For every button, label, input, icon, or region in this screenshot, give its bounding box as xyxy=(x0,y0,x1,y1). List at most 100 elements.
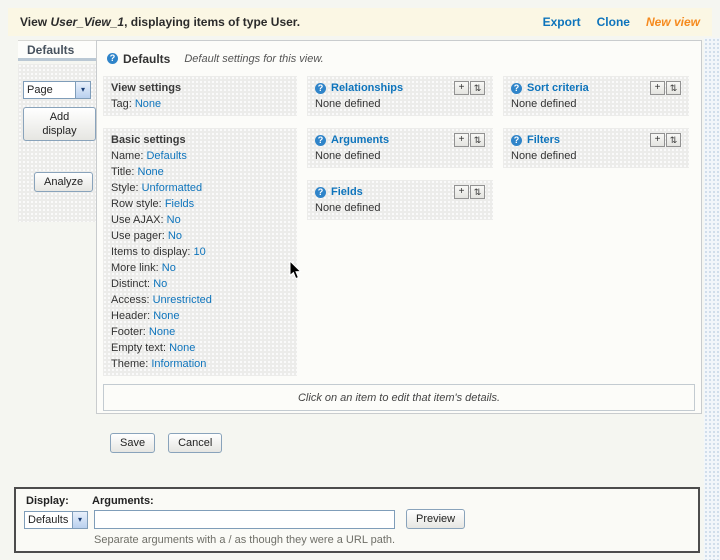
setting-value-link[interactable]: No xyxy=(167,214,181,226)
add-item-icon[interactable]: + xyxy=(454,133,469,147)
help-icon[interactable]: ? xyxy=(315,82,326,94)
new-view-link[interactable]: New view xyxy=(646,15,700,29)
setting-label: Empty text: xyxy=(111,342,167,354)
setting-row: Theme: Information xyxy=(111,356,289,372)
relationships-empty-text: None defined xyxy=(315,98,381,110)
sort-criteria-title-link[interactable]: Sort criteria xyxy=(527,80,589,96)
help-icon[interactable]: ? xyxy=(511,82,522,94)
setting-row: Distinct: No xyxy=(111,276,289,292)
setting-label: Style: xyxy=(111,182,139,194)
clone-link[interactable]: Clone xyxy=(597,15,630,29)
fields-title-link[interactable]: Fields xyxy=(331,184,363,200)
fields-panel: ? Fields + ⇅ None defined xyxy=(307,180,493,220)
setting-value-link[interactable]: Information xyxy=(151,358,206,370)
setting-value-link[interactable]: No xyxy=(162,262,176,274)
sort-criteria-panel: ? Sort criteria + ⇅ None defined xyxy=(503,76,689,116)
view-title-prefix: View xyxy=(20,15,48,29)
filters-title-link[interactable]: Filters xyxy=(527,132,560,148)
rearrange-icon[interactable]: ⇅ xyxy=(470,81,485,95)
rearrange-icon[interactable]: ⇅ xyxy=(666,133,681,147)
setting-label: Header: xyxy=(111,310,151,322)
setting-value-link[interactable]: None xyxy=(149,326,175,338)
filters-panel: ? Filters + ⇅ None defined xyxy=(503,128,689,168)
setting-row: Title: None xyxy=(111,164,289,180)
view-status-bar: View User_View_1, displaying items of ty… xyxy=(8,8,712,36)
preview-arguments-label: Arguments: xyxy=(92,495,154,507)
add-item-icon[interactable]: + xyxy=(454,185,469,199)
setting-row: Style: Unformatted xyxy=(111,180,289,196)
setting-value-link[interactable]: None xyxy=(135,98,161,110)
setting-label: More link: xyxy=(111,262,159,274)
bucket-ops: + ⇅ xyxy=(454,133,485,147)
view-action-links: Export Clone New view xyxy=(543,15,700,29)
help-icon[interactable]: ? xyxy=(107,53,118,64)
setting-value-link[interactable]: Defaults xyxy=(146,150,186,162)
bucket-ops: + ⇅ xyxy=(454,81,485,95)
rearrange-icon[interactable]: ⇅ xyxy=(470,185,485,199)
setting-label: Items to display: xyxy=(111,246,191,258)
chevron-down-icon[interactable]: ▾ xyxy=(75,82,90,98)
view-title-suffix: , displaying items of type User. xyxy=(124,15,301,29)
bucket-ops: + ⇅ xyxy=(650,81,681,95)
help-icon[interactable]: ? xyxy=(511,134,522,146)
fields-header: ? Fields + ⇅ xyxy=(315,184,485,200)
views-ui-screen: View User_View_1, displaying items of ty… xyxy=(0,0,720,560)
setting-value-link[interactable]: None xyxy=(153,310,179,322)
setting-value-link[interactable]: Unformatted xyxy=(142,182,203,194)
add-item-icon[interactable]: + xyxy=(650,81,665,95)
export-link[interactable]: Export xyxy=(543,15,581,29)
setting-value-link[interactable]: No xyxy=(168,230,182,242)
setting-row: Footer: None xyxy=(111,324,289,340)
setting-label: Theme: xyxy=(111,358,149,370)
setting-label: Footer: xyxy=(111,326,146,338)
analyze-button[interactable]: Analyze xyxy=(34,172,94,192)
sort-criteria-header: ? Sort criteria + ⇅ xyxy=(511,80,681,96)
setting-value-link[interactable]: None xyxy=(169,342,195,354)
edit-hint-box: Click on an item to edit that item's det… xyxy=(103,384,695,411)
setting-label: Use AJAX: xyxy=(111,214,164,226)
arguments-title-link[interactable]: Arguments xyxy=(331,132,389,148)
setting-row: Empty text: None xyxy=(111,340,289,356)
preview-button[interactable]: Preview xyxy=(406,509,466,529)
save-button[interactable]: Save xyxy=(110,433,156,453)
rearrange-icon[interactable]: ⇅ xyxy=(470,133,485,147)
setting-row: Name: Defaults xyxy=(111,148,289,164)
setting-value-link[interactable]: Unrestricted xyxy=(153,294,212,306)
edit-hint-text: Click on an item to edit that item's det… xyxy=(297,391,501,404)
add-display-button[interactable]: Add display xyxy=(23,107,96,141)
fields-empty-text: None defined xyxy=(315,202,381,214)
display-settings-box: ? Defaults Default settings for this vie… xyxy=(96,40,702,414)
setting-label: Name: xyxy=(111,150,144,162)
setting-row: More link: No xyxy=(111,260,289,276)
setting-row: Header: None xyxy=(111,308,289,324)
preview-arguments-input[interactable] xyxy=(94,510,395,529)
add-item-icon[interactable]: + xyxy=(454,81,469,95)
view-settings-title: View settings xyxy=(111,82,182,94)
setting-row: Items to display: 10 xyxy=(111,244,289,260)
sort-criteria-empty-text: None defined xyxy=(511,98,577,110)
setting-value-link[interactable]: No xyxy=(153,278,167,290)
setting-row: Use pager: No xyxy=(111,228,289,244)
setting-label: Distinct: xyxy=(111,278,151,290)
add-item-icon[interactable]: + xyxy=(650,133,665,147)
preview-display-select[interactable]: Defaults ▾ xyxy=(24,511,88,529)
arguments-panel: ? Arguments + ⇅ None defined xyxy=(307,128,493,168)
cancel-button[interactable]: Cancel xyxy=(168,433,223,453)
preview-display-value: Defaults xyxy=(28,514,69,526)
preview-display-label: Display: xyxy=(26,495,69,507)
display-type-select[interactable]: Page ▾ xyxy=(23,81,91,99)
setting-value-link[interactable]: 10 xyxy=(194,246,206,258)
bucket-ops: + ⇅ xyxy=(454,185,485,199)
relationships-title-link[interactable]: Relationships xyxy=(331,80,403,96)
setting-value-link[interactable]: Fields xyxy=(165,198,194,210)
tab-defaults-label: Defaults xyxy=(27,43,75,57)
display-type-value: Page xyxy=(27,84,53,96)
view-name: User_View_1 xyxy=(50,15,125,29)
setting-value-link[interactable]: None xyxy=(138,166,164,178)
tab-defaults[interactable]: Defaults xyxy=(18,40,96,61)
arguments-header: ? Arguments + ⇅ xyxy=(315,132,485,148)
help-icon[interactable]: ? xyxy=(315,134,326,146)
chevron-down-icon[interactable]: ▾ xyxy=(72,512,87,528)
rearrange-icon[interactable]: ⇅ xyxy=(666,81,681,95)
help-icon[interactable]: ? xyxy=(315,186,326,198)
